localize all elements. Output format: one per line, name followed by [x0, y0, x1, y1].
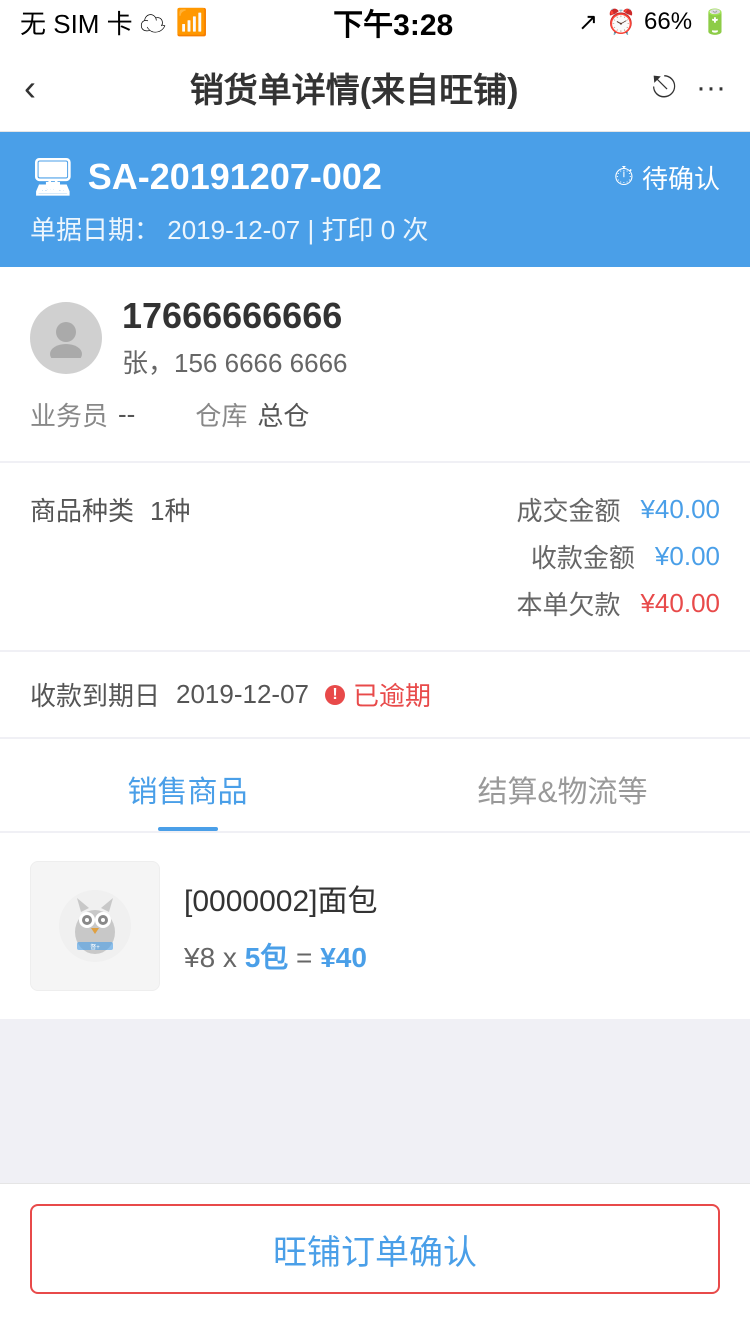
deal-label: 成交金额 [516, 491, 620, 528]
status-bar: 无 SIM 卡 ☁ 📶 下午3:28 ↗ ⏰ 66% 🔋 [0, 0, 750, 44]
deal-amount-row: 成交金额 ¥40.00 [516, 491, 720, 528]
order-date-row: 单据日期： 2019-12-07 | 打印 0 次 [30, 210, 720, 247]
type-label: 商品种类 [30, 491, 134, 528]
customer-name: 张，156 6666 6666 [122, 343, 348, 380]
print-info: 打印 0 次 [321, 215, 428, 245]
confirm-button[interactable]: 旺铺订单确认 [30, 1204, 720, 1294]
overdue-text: 已逾期 [353, 676, 431, 713]
received-label: 收款金额 [531, 538, 635, 575]
equals-sign: = [288, 942, 320, 973]
order-icon: 🖥 [30, 156, 76, 198]
order-id-container: 🖥 SA-20191207-002 [30, 156, 382, 198]
sales-meta: 业务员 -- [30, 396, 135, 433]
sales-label: 业务员 [30, 396, 108, 433]
status-left: 无 SIM 卡 ☁ 📶 [20, 4, 208, 41]
order-status: ⏱ 待确认 [614, 159, 720, 196]
quantity-highlight: 5包 [245, 942, 289, 973]
battery-icon: 🔋 [700, 8, 730, 37]
wifi-icon: 📶 [176, 7, 208, 38]
product-price: ¥8 x 5包 = ¥40 [184, 936, 720, 976]
tab-sales[interactable]: 销售商品 [0, 739, 375, 831]
product-info: [0000002]面包 ¥8 x 5包 = ¥40 [184, 876, 720, 976]
product-name: [0000002]面包 [184, 876, 720, 920]
received-amount-row: 收款金额 ¥0.00 [531, 538, 720, 575]
more-icon[interactable]: ··· [696, 71, 726, 105]
location-icon: ↗ [578, 8, 598, 37]
page-title: 销货单详情(来自旺铺) [56, 63, 652, 112]
owed-amount-row: 本单欠款 ¥40.00 [516, 585, 720, 622]
tab-settlement-label: 结算&物流等 [477, 776, 647, 809]
product-thumbnail: 督+ [30, 861, 160, 991]
warehouse-label: 仓库 [195, 396, 247, 433]
svg-text:督+: 督+ [90, 943, 100, 951]
back-button[interactable]: ‹ [24, 67, 56, 109]
tab-bar: 销售商品 结算&物流等 [0, 739, 750, 831]
battery-level: 66% [644, 8, 692, 36]
sales-value: -- [118, 399, 135, 430]
no-sim-text: 无 SIM 卡 ☁ [20, 4, 166, 41]
status-clock-icon: ⏱ [614, 161, 634, 193]
status-text: 待确认 [642, 159, 720, 196]
total-price: ¥40 [320, 942, 367, 973]
status-right: ↗ ⏰ 66% 🔋 [578, 8, 730, 37]
overdue-badge: ! 已逾期 [325, 676, 431, 713]
customer-meta: 业务员 -- 仓库 总仓 [30, 396, 720, 433]
received-value: ¥0.00 [655, 541, 720, 572]
customer-phone: 17666666666 [122, 295, 348, 337]
owed-value: ¥40.00 [640, 588, 720, 619]
share-icon[interactable]: ⎋ [652, 71, 676, 105]
tab-settlement[interactable]: 结算&物流等 [375, 739, 750, 831]
owed-label: 本单欠款 [516, 585, 620, 622]
alarm-icon: ⏰ [606, 8, 636, 37]
deal-value: ¥40.00 [640, 494, 720, 525]
summary-card: 商品种类 1种 成交金额 ¥40.00 收款金额 ¥0.00 本单欠款 ¥40.… [0, 463, 750, 650]
warehouse-meta: 仓库 总仓 [195, 396, 309, 433]
order-date-value: 2019-12-07 [167, 215, 300, 245]
date-label: 单据日期： [30, 215, 160, 245]
product-type: 商品种类 1种 [30, 491, 516, 528]
overdue-icon: ! [325, 685, 345, 705]
amounts: 成交金额 ¥40.00 收款金额 ¥0.00 本单欠款 ¥40.00 [516, 491, 720, 622]
bottom-bar: 旺铺订单确认 [0, 1183, 750, 1334]
order-id-text: SA-20191207-002 [88, 156, 382, 198]
type-value: 1种 [150, 491, 190, 528]
nav-actions: ⎋ ··· [652, 71, 726, 105]
due-label: 收款到期日 [30, 676, 160, 713]
date-separator: | [307, 215, 321, 245]
status-time: 下午3:28 [333, 0, 453, 44]
customer-avatar [30, 302, 102, 374]
order-header: 🖥 SA-20191207-002 ⏱ 待确认 单据日期： 2019-12-07… [0, 132, 750, 267]
nav-bar: ‹ 销货单详情(来自旺铺) ⎋ ··· [0, 44, 750, 132]
tab-sales-label: 销售商品 [128, 776, 248, 809]
customer-card: 17666666666 张，156 6666 6666 业务员 -- 仓库 总仓 [0, 267, 750, 461]
customer-info: 17666666666 张，156 6666 6666 [122, 295, 348, 380]
due-date-value: 2019-12-07 [176, 679, 309, 710]
warehouse-value: 总仓 [257, 396, 309, 433]
due-date-card: 收款到期日 2019-12-07 ! 已逾期 [0, 652, 750, 737]
product-card: 督+ [0000002]面包 ¥8 x 5包 = ¥40 [0, 833, 750, 1019]
price-unit: ¥8 x [184, 942, 245, 973]
